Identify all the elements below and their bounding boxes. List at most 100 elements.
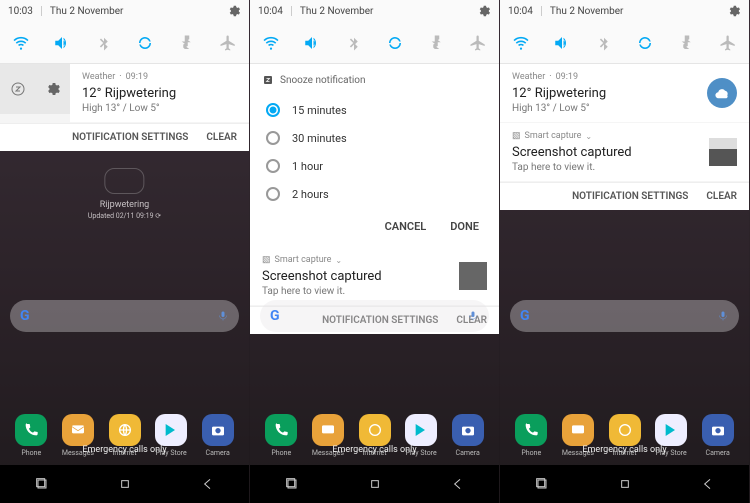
snooze-icon[interactable] — [10, 81, 26, 97]
flashlight-icon[interactable] — [427, 33, 447, 53]
search-bar[interactable]: G — [10, 300, 239, 332]
clear-button[interactable]: CLEAR — [706, 191, 737, 202]
phone-screen-3: 10:04 Thu 2 November Weather · 09:19 12°… — [500, 0, 750, 503]
emergency-text: Emergency calls only — [0, 445, 249, 455]
bluetooth-icon[interactable] — [594, 33, 614, 53]
notif-app: Weather — [512, 72, 545, 82]
wifi-icon[interactable] — [261, 33, 281, 53]
mic-icon[interactable] — [467, 310, 479, 322]
notif-title: Screenshot captured — [512, 145, 737, 160]
notif-time: 09:19 — [126, 72, 148, 82]
back-button[interactable] — [450, 476, 466, 492]
wifi-icon[interactable] — [11, 33, 31, 53]
snooze-option-2hours[interactable]: 2 hours — [262, 180, 487, 208]
phone-screen-2: 10:04 Thu 2 November Snooze notification… — [250, 0, 500, 503]
snooze-option-15min[interactable]: 15 minutes — [262, 96, 487, 124]
weather-widget[interactable]: Rijpwetering Updated 02/11 09:19 ⟳ — [88, 168, 161, 220]
notification-settings-button[interactable]: NOTIFICATION SETTINGS — [572, 191, 688, 202]
google-logo: G — [20, 308, 30, 324]
weather-notification[interactable]: Weather · 09:19 12° Rijpwetering High 13… — [500, 64, 749, 122]
home-button[interactable] — [617, 476, 633, 492]
screenshot-notification[interactable]: ▧ Smart capture ⌄ Screenshot captured Ta… — [500, 123, 749, 181]
flashlight-icon[interactable] — [177, 33, 197, 53]
clock: 10:04 — [508, 6, 533, 17]
radio-icon — [266, 131, 280, 145]
status-bar: 10:04 Thu 2 November — [250, 0, 499, 22]
airplane-icon[interactable] — [718, 33, 738, 53]
screenshot-thumbnail[interactable] — [709, 138, 737, 166]
back-button[interactable] — [200, 476, 216, 492]
notification-area: Weather · 09:19 12° Rijpwetering High 13… — [500, 64, 749, 210]
clock: 10:04 — [258, 6, 283, 17]
notif-sub: Tap here to view it. — [262, 286, 487, 297]
google-logo: G — [520, 308, 530, 324]
sound-icon[interactable] — [302, 33, 322, 53]
gear-icon[interactable] — [727, 4, 741, 18]
snooze-badge-icon — [262, 74, 274, 86]
recents-button[interactable] — [534, 476, 550, 492]
date: Thu 2 November — [50, 6, 124, 17]
google-logo: G — [270, 308, 280, 324]
quick-settings — [250, 22, 499, 64]
notification-footer: NOTIFICATION SETTINGS CLEAR — [500, 182, 749, 210]
clock: 10:03 — [8, 6, 33, 17]
chevron-down-icon[interactable]: ⌄ — [585, 132, 592, 141]
widget-location: Rijpwetering — [88, 200, 161, 210]
mic-icon[interactable] — [717, 310, 729, 322]
weather-notification[interactable]: Weather · 09:19 12° Rijpwetering High 13… — [70, 64, 249, 122]
done-button[interactable]: DONE — [450, 220, 479, 233]
snooze-option-1hour[interactable]: 1 hour — [262, 152, 487, 180]
clear-button[interactable]: CLEAR — [206, 132, 237, 143]
emergency-text: Emergency calls only — [500, 445, 749, 455]
cancel-button[interactable]: CANCEL — [385, 220, 427, 233]
screenshot-thumbnail[interactable] — [459, 262, 487, 290]
mic-icon[interactable] — [217, 310, 229, 322]
notif-app: Weather — [82, 72, 115, 82]
bluetooth-icon[interactable] — [94, 33, 114, 53]
home-button[interactable] — [117, 476, 133, 492]
airplane-icon[interactable] — [468, 33, 488, 53]
screenshot-notification[interactable]: ▧ Smart capture ⌄ Screenshot captured Ta… — [250, 247, 499, 305]
rotate-icon[interactable] — [635, 33, 655, 53]
search-bar[interactable]: G — [260, 300, 489, 332]
bluetooth-icon[interactable] — [344, 33, 364, 53]
notif-app: Smart capture — [525, 131, 582, 141]
sound-icon[interactable] — [552, 33, 572, 53]
rotate-icon[interactable] — [385, 33, 405, 53]
notif-title: 12° Rijpwetering — [82, 86, 237, 101]
notif-sub: High 13° / Low 5° — [512, 103, 737, 114]
gear-icon[interactable] — [477, 4, 491, 18]
notification-settings-button[interactable]: NOTIFICATION SETTINGS — [72, 132, 188, 143]
chevron-down-icon[interactable]: ⌄ — [335, 256, 342, 265]
search-bar[interactable]: G — [510, 300, 739, 332]
weather-cloud-icon — [707, 78, 737, 108]
nav-bar — [0, 465, 249, 503]
quick-settings — [500, 22, 749, 64]
settings-icon[interactable] — [45, 81, 61, 97]
wifi-icon[interactable] — [511, 33, 531, 53]
notif-sub: Tap here to view it. — [512, 162, 737, 173]
status-bar: 10:04 Thu 2 November — [500, 0, 749, 22]
recents-button[interactable] — [34, 476, 50, 492]
home-button[interactable] — [367, 476, 383, 492]
sound-icon[interactable] — [52, 33, 72, 53]
airplane-icon[interactable] — [218, 33, 238, 53]
back-button[interactable] — [700, 476, 716, 492]
notif-sub: High 13° / Low 5° — [82, 103, 237, 114]
emergency-text: Emergency calls only — [250, 445, 499, 455]
widget-updated: Updated 02/11 09:19 ⟳ — [88, 212, 161, 220]
snooze-dialog: Snooze notification 15 minutes 30 minute… — [250, 64, 499, 247]
gear-icon[interactable] — [227, 4, 241, 18]
notif-time: 09:19 — [556, 72, 578, 82]
nav-bar — [500, 465, 749, 503]
snooze-option-30min[interactable]: 30 minutes — [262, 124, 487, 152]
status-bar: 10:03 Thu 2 November — [0, 0, 249, 22]
recents-button[interactable] — [284, 476, 300, 492]
rotate-icon[interactable] — [135, 33, 155, 53]
quick-settings — [0, 22, 249, 64]
radio-icon — [266, 187, 280, 201]
notification-actions — [0, 64, 70, 114]
notif-app: Smart capture — [275, 255, 332, 265]
flashlight-icon[interactable] — [677, 33, 697, 53]
notif-title: Screenshot captured — [262, 269, 487, 284]
